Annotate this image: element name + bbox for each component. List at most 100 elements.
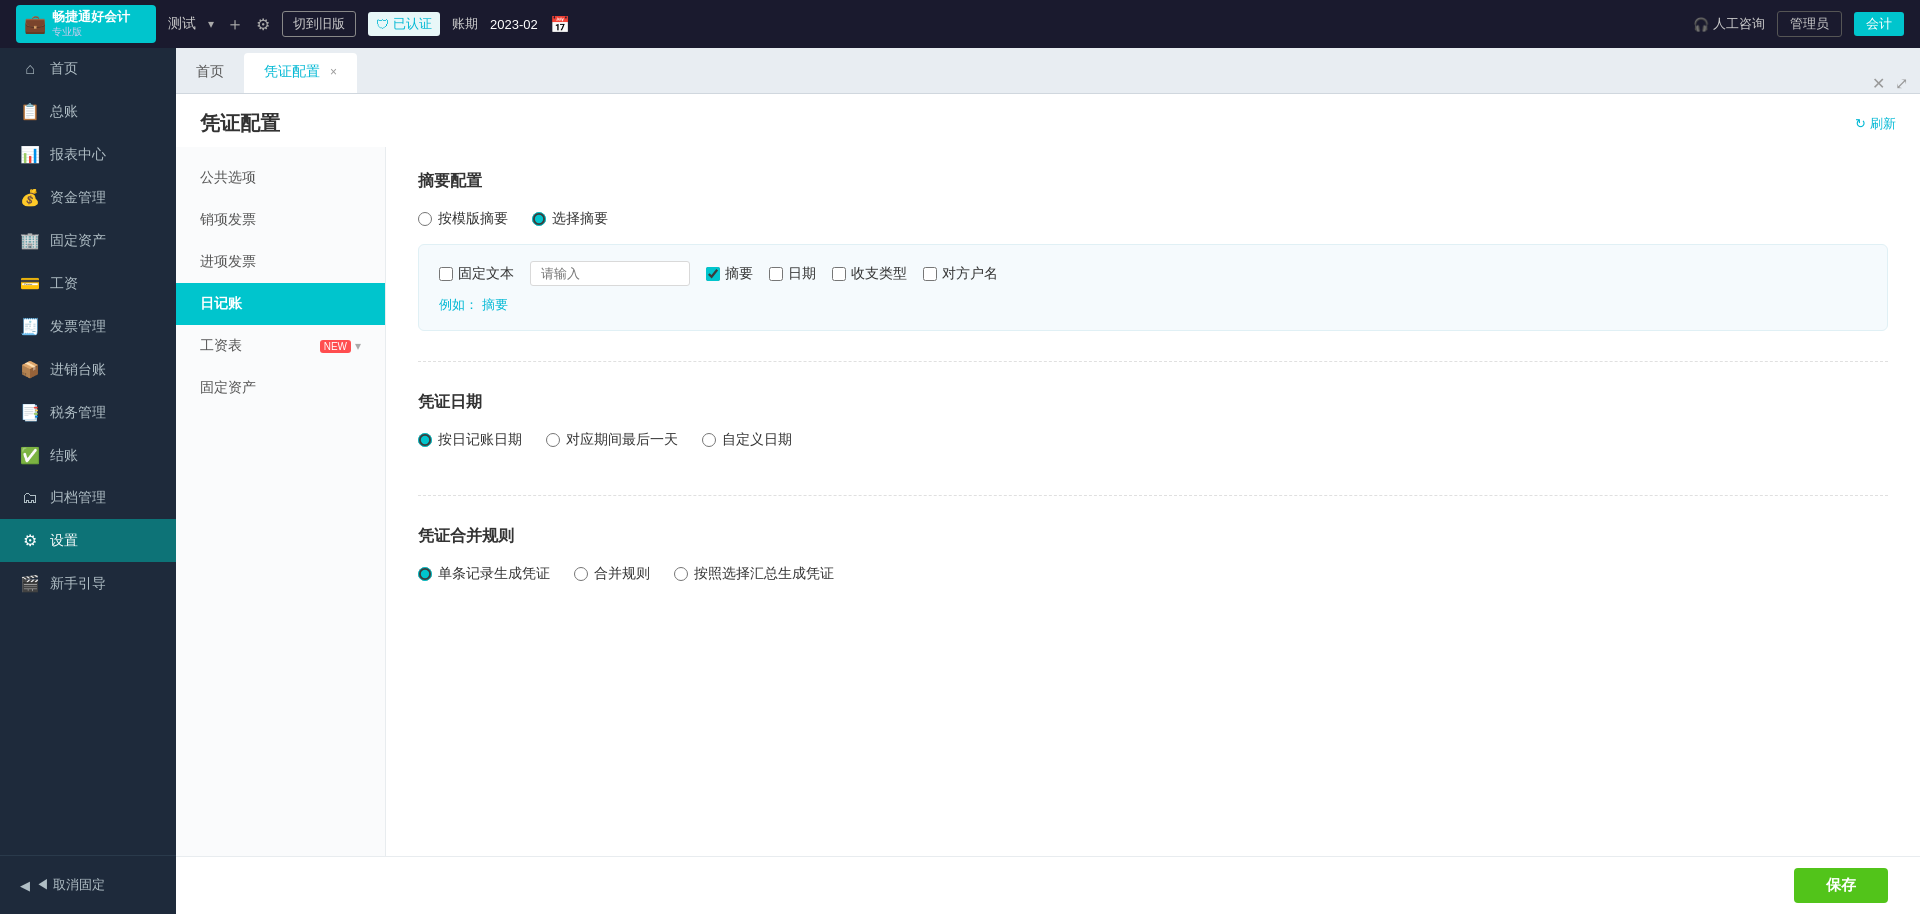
sidebar-item-invoice[interactable]: 🧾 发票管理	[0, 305, 176, 348]
checkbox-income-type-label[interactable]: 收支类型	[832, 265, 907, 283]
checkbox-income-type-input[interactable]	[832, 267, 846, 281]
date-radio-group: 按日记账日期 对应期间最后一天 自定义日期	[418, 431, 1888, 449]
page-content: 凭证配置 ↻ 刷新 公共选项 销项发票 进项发票	[176, 94, 1920, 914]
page-header: 凭证配置 ↻ 刷新	[176, 94, 1920, 147]
page-title: 凭证配置	[200, 110, 280, 137]
left-nav-item-purchase-invoice[interactable]: 进项发票	[176, 241, 385, 283]
save-button[interactable]: 保存	[1794, 868, 1888, 903]
example-text: 例如： 摘要	[439, 296, 1867, 314]
radio-select-label[interactable]: 选择摘要	[532, 210, 608, 228]
consult-label: 人工咨询	[1713, 15, 1765, 33]
checkbox-summary-label[interactable]: 摘要	[706, 265, 753, 283]
inner-layout: 公共选项 销项发票 进项发票 日记账 工资表	[176, 147, 1920, 856]
sidebar-item-report[interactable]: 📊 报表中心	[0, 133, 176, 176]
refresh-label: 刷新	[1870, 115, 1896, 133]
sidebar-item-trade[interactable]: 📦 进销台账	[0, 348, 176, 391]
checkbox-summary-label-text: 摘要	[725, 265, 753, 283]
checkbox-summary-input[interactable]	[706, 267, 720, 281]
checkbox-date-input[interactable]	[769, 267, 783, 281]
left-nav-item-payroll[interactable]: 工资表 NEW ▾	[176, 325, 385, 367]
period-value: 2023-02	[490, 17, 538, 32]
sidebar-item-tax[interactable]: 📑 税务管理	[0, 391, 176, 434]
admin-button[interactable]: 管理员	[1777, 11, 1842, 37]
left-nav-item-journal[interactable]: 日记账	[176, 283, 385, 325]
radio-by-selection-input[interactable]	[674, 567, 688, 581]
save-bar: 保存	[176, 856, 1920, 914]
tab-bar-expand-button[interactable]: ⤢	[1895, 74, 1908, 93]
radio-single-label[interactable]: 单条记录生成凭证	[418, 565, 550, 583]
sidebar-item-home[interactable]: ⌂ 首页	[0, 48, 176, 90]
checkbox-date-label[interactable]: 日期	[769, 265, 816, 283]
logo-sub: 专业版	[52, 25, 130, 39]
project-dropdown-icon[interactable]: ▾	[208, 17, 214, 31]
section-date-title: 凭证日期	[418, 392, 1888, 413]
radio-journal-date-label[interactable]: 按日记账日期	[418, 431, 522, 449]
consult-button[interactable]: 🎧 人工咨询	[1693, 15, 1765, 33]
radio-custom-date-label[interactable]: 自定义日期	[702, 431, 792, 449]
sidebar-scroll: ⌂ 首页 📋 总账 📊 报表中心 💰 资金管理 🏢 固定资产 💳 工资	[0, 48, 176, 855]
sidebar-item-label: 首页	[50, 60, 78, 78]
fixed-text-input[interactable]	[530, 261, 690, 286]
tab-voucher-config[interactable]: 凭证配置 ×	[244, 53, 357, 93]
checkbox-fixed-text-label[interactable]: 固定文本	[439, 265, 514, 283]
radio-select-input[interactable]	[532, 212, 546, 226]
radio-period-last-day-input[interactable]	[546, 433, 560, 447]
radio-template-input[interactable]	[418, 212, 432, 226]
tab-home-label: 首页	[196, 63, 224, 79]
report-icon: 📊	[20, 145, 40, 164]
calendar-icon[interactable]: 📅	[550, 15, 570, 34]
radio-custom-date-input[interactable]	[702, 433, 716, 447]
cancel-fixed-button[interactable]: ◀ ◀ 取消固定	[0, 866, 176, 904]
merge-radio-group: 单条记录生成凭证 合并规则 按照选择汇总生成凭证	[418, 565, 1888, 583]
checkbox-date-label-text: 日期	[788, 265, 816, 283]
trade-icon: 📦	[20, 360, 40, 379]
radio-by-selection-label[interactable]: 按照选择汇总生成凭证	[674, 565, 834, 583]
sidebar-item-label: 税务管理	[50, 404, 106, 422]
refresh-button[interactable]: ↻ 刷新	[1855, 115, 1896, 133]
logo: 💼 畅捷通好会计 专业版	[16, 5, 156, 43]
settings-icon[interactable]: ⚙	[256, 15, 270, 34]
sidebar-item-guide[interactable]: 🎬 新手引导	[0, 562, 176, 605]
sidebar-item-archive[interactable]: 🗂 归档管理	[0, 477, 176, 519]
sidebar-item-asset[interactable]: 🏢 固定资产	[0, 219, 176, 262]
period-label: 账期	[452, 15, 478, 33]
checkbox-counterparty-input[interactable]	[923, 267, 937, 281]
sidebar-item-salary[interactable]: 💳 工资	[0, 262, 176, 305]
switch-version-button[interactable]: 切到旧版	[282, 11, 356, 37]
tab-home[interactable]: 首页	[176, 53, 244, 93]
accounting-button[interactable]: 会计	[1854, 12, 1904, 36]
left-nav-item-row: 工资表 NEW ▾	[200, 337, 361, 355]
tab-bar-actions: ✕ ⤢	[1860, 74, 1920, 93]
add-button[interactable]: ＋	[226, 12, 244, 36]
left-nav: 公共选项 销项发票 进项发票 日记账 工资表	[176, 147, 386, 856]
section-summary-title: 摘要配置	[418, 171, 1888, 192]
checkbox-fixed-text-label-text: 固定文本	[458, 265, 514, 283]
consult-icon: 🎧	[1693, 17, 1709, 32]
radio-journal-date-input[interactable]	[418, 433, 432, 447]
sidebar-item-label: 结账	[50, 447, 78, 465]
radio-select-text: 选择摘要	[552, 210, 608, 228]
left-nav-item-sales-invoice[interactable]: 销项发票	[176, 199, 385, 241]
checkbox-counterparty-label-text: 对方户名	[942, 265, 998, 283]
sidebar-item-close[interactable]: ✅ 结账	[0, 434, 176, 477]
verified-badge: 🛡 已认证	[368, 12, 440, 36]
left-nav-item-fixed-asset[interactable]: 固定资产	[176, 367, 385, 409]
close-account-icon: ✅	[20, 446, 40, 465]
radio-template-label[interactable]: 按模版摘要	[418, 210, 508, 228]
radio-merge-label[interactable]: 合并规则	[574, 565, 650, 583]
sidebar-item-settings[interactable]: ⚙ 设置	[0, 519, 176, 562]
sidebar-item-label: 发票管理	[50, 318, 106, 336]
logo-icon: 💼	[24, 13, 46, 35]
tab-close-icon[interactable]: ×	[330, 65, 337, 79]
sidebar-item-label: 工资	[50, 275, 78, 293]
radio-merge-input[interactable]	[574, 567, 588, 581]
left-nav-item-public[interactable]: 公共选项	[176, 157, 385, 199]
sidebar-item-fund[interactable]: 💰 资金管理	[0, 176, 176, 219]
left-nav-label: 进项发票	[200, 253, 256, 269]
radio-period-last-day-label[interactable]: 对应期间最后一天	[546, 431, 678, 449]
sidebar-item-ledger[interactable]: 📋 总账	[0, 90, 176, 133]
checkbox-fixed-text-input[interactable]	[439, 267, 453, 281]
radio-single-input[interactable]	[418, 567, 432, 581]
checkbox-counterparty-label[interactable]: 对方户名	[923, 265, 998, 283]
tab-bar-close-button[interactable]: ✕	[1872, 74, 1885, 93]
